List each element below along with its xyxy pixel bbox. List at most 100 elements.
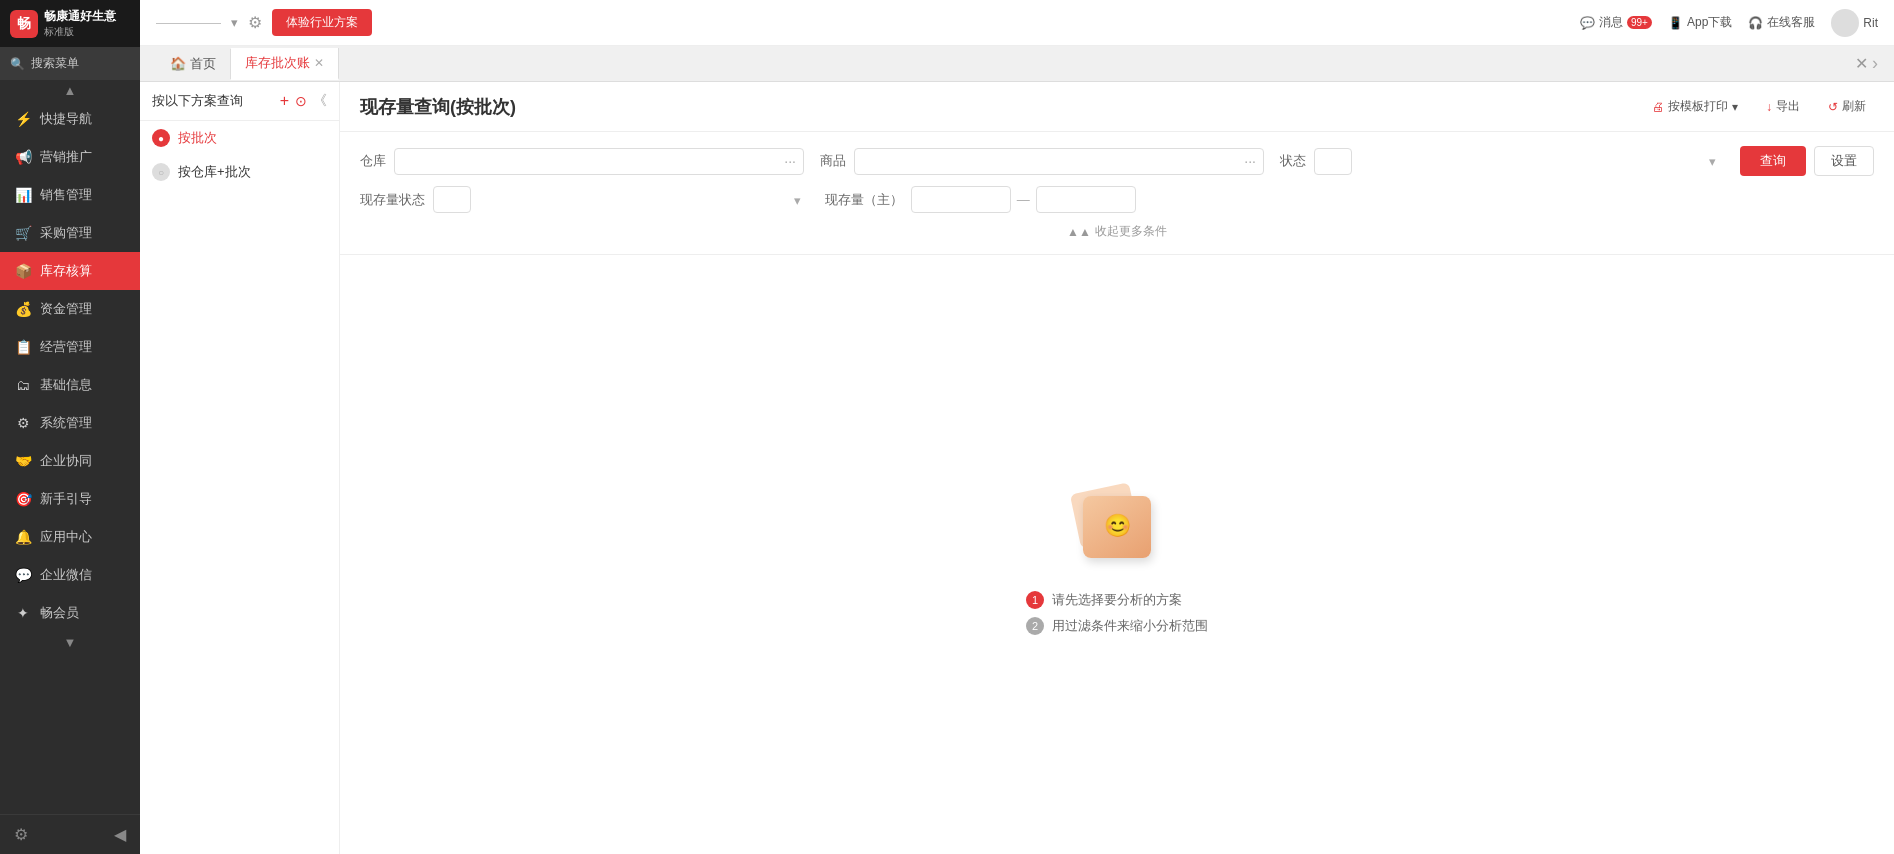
sidebar-item-operation[interactable]: 📋 经营管理 bbox=[0, 328, 140, 366]
add-scheme-btn[interactable]: + bbox=[280, 92, 289, 110]
warehouse-input-wrap: ··· bbox=[394, 148, 804, 175]
collapse-more-btn[interactable]: ▲▲ 收起更多条件 bbox=[360, 223, 1874, 240]
app-title-block: 畅康通好生意 标准版 bbox=[44, 8, 116, 39]
sidebar-item-finance[interactable]: 💰 资金管理 bbox=[0, 290, 140, 328]
export-btn-label: 导出 bbox=[1776, 98, 1800, 115]
tip-num-2: 2 bbox=[1026, 617, 1044, 635]
sidebar-item-vip[interactable]: ✦ 畅会员 bbox=[0, 594, 140, 632]
app-download-label: App下载 bbox=[1687, 14, 1732, 31]
newbie-icon: 🎯 bbox=[14, 490, 32, 508]
tab-inventory-batch[interactable]: 库存批次账 ✕ bbox=[231, 48, 339, 80]
stock-qty-max[interactable] bbox=[1036, 186, 1136, 213]
breadcrumb: ————— bbox=[156, 15, 221, 30]
content-area: 按以下方案查询 + ⊙ 《 ● 按批次 ○ 按仓库+批次 现存量查询(按批次) bbox=[140, 82, 1894, 854]
scroll-down-btn[interactable]: ▼ bbox=[0, 632, 140, 652]
wechat-icon: 💬 bbox=[14, 566, 32, 584]
stock-qty-field: 现存量（主） — bbox=[825, 186, 1274, 213]
panel-expand-icon[interactable]: › bbox=[1872, 53, 1878, 74]
scheme-item-batch[interactable]: ● 按批次 bbox=[140, 121, 339, 155]
topbar-right: 💬 消息 99+ 📱 App下载 🎧 在线客服 Rit bbox=[1580, 9, 1878, 37]
sales-icon: 📊 bbox=[14, 186, 32, 204]
sidebar-item-basic[interactable]: 🗂 基础信息 bbox=[0, 366, 140, 404]
message-btn[interactable]: 💬 消息 99+ bbox=[1580, 14, 1652, 31]
sidebar-item-sales[interactable]: 📊 销售管理 bbox=[0, 176, 140, 214]
empty-tips: 1 请先选择要分析的方案 2 用过滤条件来缩小分析范围 bbox=[1026, 591, 1208, 635]
sidebar-item-label: 应用中心 bbox=[40, 528, 92, 546]
settings-footer-icon[interactable]: ⚙ bbox=[14, 825, 28, 844]
user-avatar-btn[interactable]: Rit bbox=[1831, 9, 1878, 37]
filter-panel: 按以下方案查询 + ⊙ 《 ● 按批次 ○ 按仓库+批次 bbox=[140, 82, 340, 854]
appstore-icon: 🔔 bbox=[14, 528, 32, 546]
stock-status-select[interactable] bbox=[433, 186, 471, 213]
export-btn[interactable]: ↓ 导出 bbox=[1758, 94, 1808, 119]
vip-icon: ✦ bbox=[14, 604, 32, 622]
panel-close-btn[interactable]: ✕ bbox=[1855, 54, 1868, 73]
sidebar-item-appstore[interactable]: 🔔 应用中心 bbox=[0, 518, 140, 556]
sidebar-item-wechat[interactable]: 💬 企业微信 bbox=[0, 556, 140, 594]
topbar: ————— ▾ ⚙ 体验行业方案 💬 消息 99+ 📱 App下载 🎧 在线客服 bbox=[140, 0, 1894, 46]
online-service-btn[interactable]: 🎧 在线客服 bbox=[1748, 14, 1815, 31]
tab-inventory-batch-label: 库存批次账 bbox=[245, 54, 310, 72]
status-select-arrow: ▾ bbox=[1709, 154, 1716, 169]
collapse-up-icon: ▲▲ bbox=[1067, 225, 1091, 239]
status-select-wrap: ▾ bbox=[1314, 148, 1724, 175]
app-download-btn[interactable]: 📱 App下载 bbox=[1668, 14, 1732, 31]
sidebar-item-purchase[interactable]: 🛒 采购管理 bbox=[0, 214, 140, 252]
refresh-btn[interactable]: ↺ 刷新 bbox=[1820, 94, 1874, 119]
topbar-dropdown-icon[interactable]: ▾ bbox=[231, 15, 238, 30]
product-field: 商品 ··· bbox=[820, 148, 1264, 175]
sidebar-item-label: 企业协同 bbox=[40, 452, 92, 470]
basic-icon: 🗂 bbox=[14, 376, 32, 394]
breadcrumb-path: ————— bbox=[156, 15, 221, 30]
topbar-left: ————— ▾ ⚙ 体验行业方案 bbox=[156, 9, 1570, 36]
print-icon: 🖨 bbox=[1652, 100, 1664, 114]
sidebar-item-enterprise[interactable]: 🤝 企业协同 bbox=[0, 442, 140, 480]
collapse-panel-icon[interactable]: 《 bbox=[313, 92, 327, 110]
tab-home[interactable]: 🏠 首页 bbox=[156, 49, 231, 79]
stock-status-field: 现存量状态 ▾ bbox=[360, 186, 809, 213]
sidebar-item-system[interactable]: ⚙ 系统管理 bbox=[0, 404, 140, 442]
sidebar-item-label: 畅会员 bbox=[40, 604, 79, 622]
search-row-2: 现存量状态 ▾ 现存量（主） — bbox=[360, 186, 1874, 213]
scroll-up-btn[interactable]: ▲ bbox=[0, 80, 140, 100]
message-label: 消息 bbox=[1599, 14, 1623, 31]
scheme-label-batch: 按批次 bbox=[178, 129, 217, 147]
scheme-dot-inactive: ○ bbox=[152, 163, 170, 181]
sidebar-search[interactable]: 🔍 搜索菜单 bbox=[0, 47, 140, 80]
sidebar-item-label: 销售管理 bbox=[40, 186, 92, 204]
product-input[interactable] bbox=[854, 148, 1264, 175]
empty-state: 😊 1 请先选择要分析的方案 2 用过滤条件来缩小分析范围 bbox=[340, 255, 1894, 854]
print-btn[interactable]: 🖨 按模板打印 ▾ bbox=[1644, 94, 1746, 119]
page-header: 现存量查询(按批次) 🖨 按模板打印 ▾ ↓ 导出 ↺ 刷新 bbox=[340, 82, 1894, 132]
range-separator: — bbox=[1017, 192, 1030, 207]
sidebar-item-label: 新手引导 bbox=[40, 490, 92, 508]
service-icon: 🎧 bbox=[1748, 16, 1763, 30]
sidebar-item-label: 营销推广 bbox=[40, 148, 92, 166]
enterprise-icon: 🤝 bbox=[14, 452, 32, 470]
sidebar-item-inventory[interactable]: 📦 库存核算 bbox=[0, 252, 140, 290]
sidebar-header: 畅 畅康通好生意 标准版 bbox=[0, 0, 140, 47]
empty-illustration: 😊 bbox=[1057, 475, 1177, 575]
status-label: 状态 bbox=[1280, 152, 1306, 170]
sidebar-item-marketing[interactable]: 📢 营销推广 bbox=[0, 138, 140, 176]
sidebar-nav: ▲ ⚡ 快捷导航 📢 营销推广 📊 销售管理 🛒 采购管理 📦 库存核算 💰 资… bbox=[0, 80, 140, 814]
stock-qty-label: 现存量（主） bbox=[825, 191, 903, 209]
print-dropdown-icon[interactable]: ▾ bbox=[1732, 100, 1738, 114]
scheme-settings-icon[interactable]: ⊙ bbox=[295, 93, 307, 109]
collapse-sidebar-icon[interactable]: ◀ bbox=[114, 825, 126, 844]
status-select[interactable] bbox=[1314, 148, 1352, 175]
sidebar-item-quick-nav[interactable]: ⚡ 快捷导航 bbox=[0, 100, 140, 138]
sidebar-item-newbie[interactable]: 🎯 新手引导 bbox=[0, 480, 140, 518]
settings-form-btn[interactable]: 设置 bbox=[1814, 146, 1874, 176]
topbar-settings-icon[interactable]: ⚙ bbox=[248, 13, 262, 32]
warehouse-input-icon[interactable]: ··· bbox=[784, 153, 796, 169]
tab-close-icon[interactable]: ✕ bbox=[314, 56, 324, 70]
trial-btn[interactable]: 体验行业方案 bbox=[272, 9, 372, 36]
page-actions: 🖨 按模板打印 ▾ ↓ 导出 ↺ 刷新 bbox=[1644, 94, 1874, 119]
stock-qty-min[interactable] bbox=[911, 186, 1011, 213]
warehouse-input[interactable] bbox=[394, 148, 804, 175]
scheme-item-warehouse-batch[interactable]: ○ 按仓库+批次 bbox=[140, 155, 339, 189]
query-btn[interactable]: 查询 bbox=[1740, 146, 1806, 176]
product-input-icon[interactable]: ··· bbox=[1244, 153, 1256, 169]
sidebar-item-label: 系统管理 bbox=[40, 414, 92, 432]
